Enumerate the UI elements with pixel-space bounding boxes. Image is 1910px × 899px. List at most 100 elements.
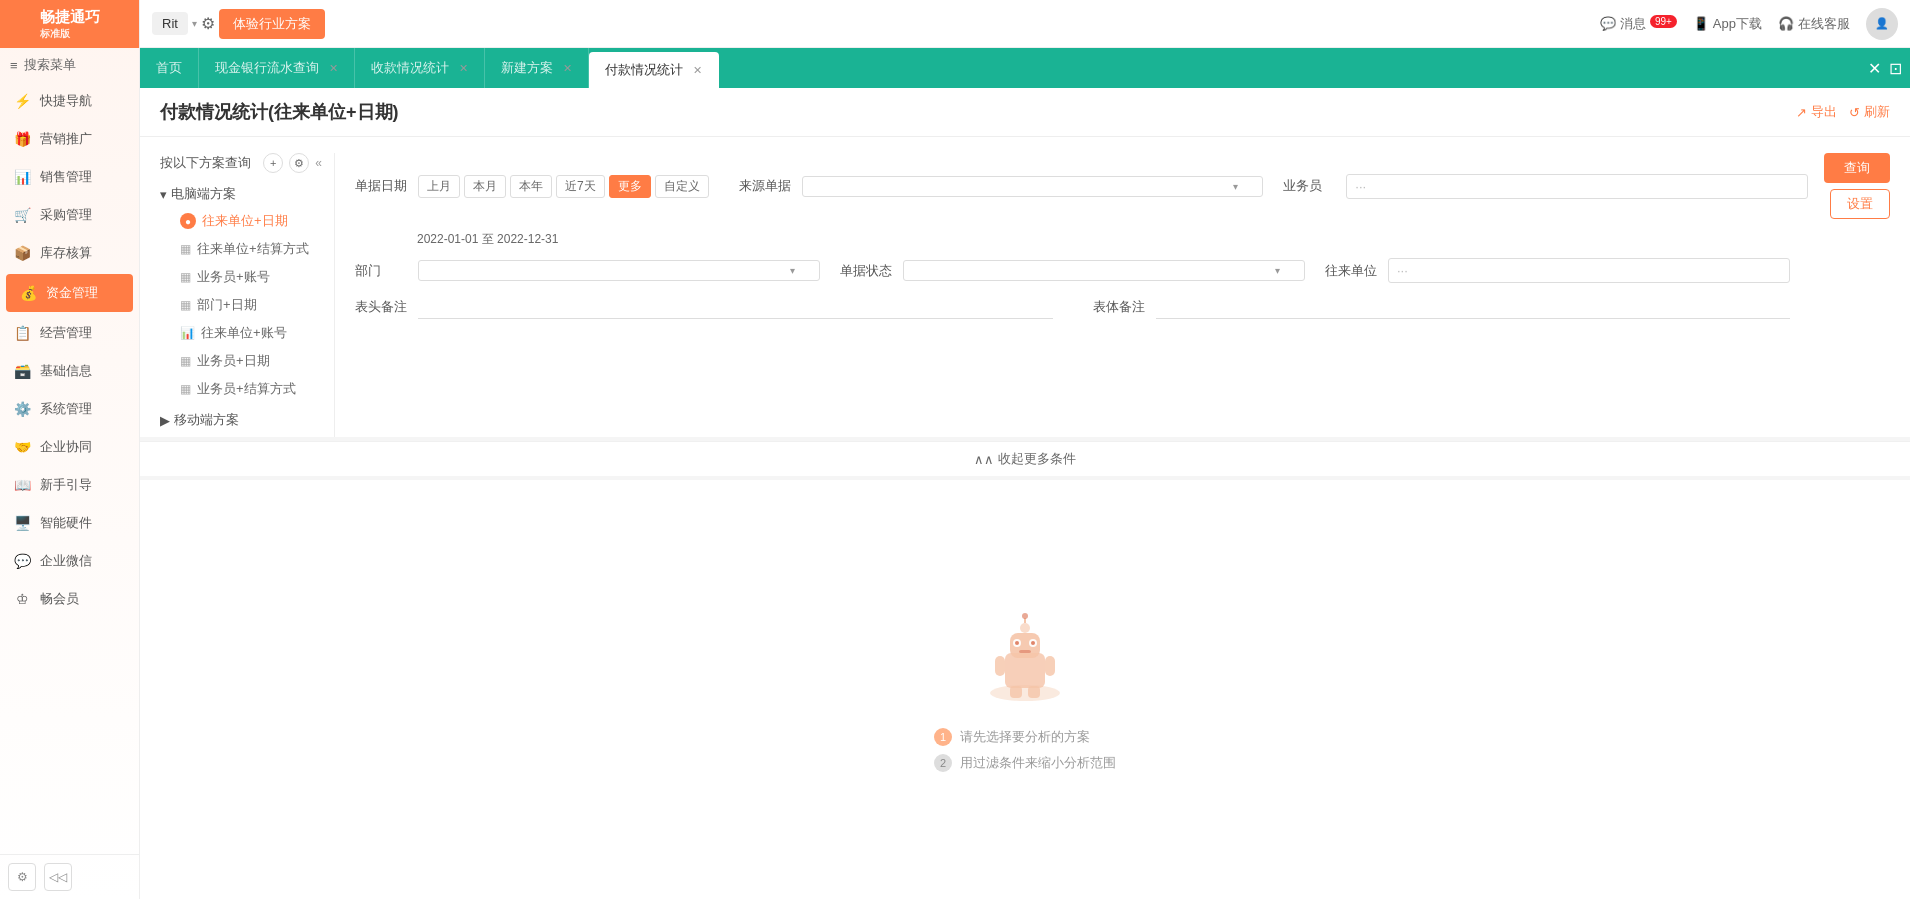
scheme-counterpart-account[interactable]: 📊 往来单位+账号 — [160, 319, 322, 347]
search-menu-item[interactable]: ≡ 搜索菜单 — [0, 48, 139, 82]
date-last-7days[interactable]: 近7天 — [556, 175, 605, 198]
tab-close-all-btn[interactable]: ✕ — [1868, 59, 1881, 78]
tab-home[interactable]: 首页 — [140, 48, 199, 88]
collapse-more-btn[interactable]: ∧∧ 收起更多条件 — [974, 450, 1076, 468]
tab-income-stats-close[interactable]: ✕ — [459, 62, 468, 75]
scheme-settings-btn[interactable]: ⚙ — [289, 153, 309, 173]
sidebar-item-operation[interactable]: 📋 经营管理 — [0, 314, 139, 352]
pc-category-header[interactable]: ▾ 电脑端方案 — [160, 181, 322, 207]
salesman-select[interactable]: ··· — [1346, 174, 1808, 199]
source-label: 来源单据 — [739, 177, 794, 195]
app-download-btn[interactable]: 📱 App下载 — [1693, 15, 1762, 33]
scheme-salesman-account[interactable]: ▦ 业务员+账号 — [160, 263, 322, 291]
tab-bank-flow-close[interactable]: ✕ — [329, 62, 338, 75]
scheme-panel-header: 按以下方案查询 + ⚙ « — [160, 153, 322, 173]
scheme-active-indicator: ● — [180, 213, 196, 229]
filter-fields: 单据日期 上月 本月 本年 近7天 更多 自定义 来源单据 — [335, 153, 1890, 437]
scheme-counterpart-settlement[interactable]: ▦ 往来单位+结算方式 — [160, 235, 322, 263]
sidebar-item-basic[interactable]: 🗃️ 基础信息 — [0, 352, 139, 390]
tab-home-label: 首页 — [156, 59, 182, 77]
scheme-label: 往来单位+账号 — [201, 324, 287, 342]
scheme-label: 部门+日期 — [197, 296, 257, 314]
tab-bank-flow[interactable]: 现金银行流水查询 ✕ — [199, 48, 355, 88]
collapse-label: 收起更多条件 — [998, 450, 1076, 468]
page-title: 付款情况统计(往来单位+日期) — [160, 100, 1796, 124]
scheme-salesman-date[interactable]: ▦ 业务员+日期 — [160, 347, 322, 375]
export-label: 导出 — [1811, 103, 1837, 121]
sidebar-item-wechat[interactable]: 💬 企业微信 — [0, 542, 139, 580]
export-btn[interactable]: ↗ 导出 — [1796, 103, 1837, 121]
date-more[interactable]: 更多 — [609, 175, 651, 198]
scheme-collapse-btn[interactable]: « — [315, 156, 322, 170]
empty-tip-2: 2 用过滤条件来缩小分析范围 — [934, 754, 1116, 772]
scheme-label: 业务员+结算方式 — [197, 380, 296, 398]
sidebar-item-guide[interactable]: 📖 新手引导 — [0, 466, 139, 504]
filter-settings-btn[interactable]: 设置 — [1830, 189, 1890, 219]
scheme-icon: ▦ — [180, 298, 191, 312]
add-scheme-btn[interactable]: + — [263, 153, 283, 173]
status-select[interactable]: ▾ — [903, 260, 1305, 281]
date-buttons: 上月 本月 本年 近7天 更多 自定义 — [418, 175, 709, 198]
operation-icon: 📋 — [12, 325, 32, 341]
scheme-salesman-settlement[interactable]: ▦ 业务员+结算方式 — [160, 375, 322, 403]
user-name[interactable]: Rit — [152, 12, 188, 35]
logo-sub: 标准版 — [40, 27, 100, 41]
date-this-month[interactable]: 本月 — [464, 175, 506, 198]
tab-maximize-btn[interactable]: ⊡ — [1889, 59, 1902, 78]
sidebar-item-finance[interactable]: 💰 资金管理 — [6, 274, 133, 312]
counterpart-select-text: ··· — [1397, 263, 1765, 278]
sidebar-label: 快捷导航 — [40, 92, 92, 110]
sidebar-settings-btn[interactable]: ⚙ — [8, 863, 36, 891]
sidebar-item-quick-nav[interactable]: ⚡ 快捷导航 — [0, 82, 139, 120]
messages-btn[interactable]: 💬 消息 99+ — [1600, 15, 1677, 33]
sidebar-item-purchase[interactable]: 🛒 采购管理 — [0, 196, 139, 234]
tab-new-plan-close[interactable]: ✕ — [563, 62, 572, 75]
sidebar-item-system[interactable]: ⚙️ 系统管理 — [0, 390, 139, 428]
dept-select[interactable]: ▾ — [418, 260, 820, 281]
messages-badge: 99+ — [1650, 15, 1677, 28]
scheme-panel-actions: + ⚙ « — [263, 153, 322, 173]
sidebar-item-hardware[interactable]: 🖥️ 智能硬件 — [0, 504, 139, 542]
svg-rect-8 — [995, 656, 1005, 676]
empty-state: 1 请先选择要分析的方案 2 用过滤条件来缩小分析范围 — [140, 480, 1910, 899]
scheme-chart-icon: 📊 — [180, 326, 195, 340]
sidebar-item-inventory[interactable]: 📦 库存核算 — [0, 234, 139, 272]
top-header: Rit ▾ ⚙ 体验行业方案 💬 消息 99+ 📱 App下载 🎧 在线客服 👤 — [140, 0, 1910, 48]
tab-income-stats[interactable]: 收款情况统计 ✕ — [355, 48, 485, 88]
date-custom[interactable]: 自定义 — [655, 175, 709, 198]
scheme-dept-date[interactable]: ▦ 部门+日期 — [160, 291, 322, 319]
svg-rect-11 — [1028, 686, 1040, 698]
header-note-input[interactable] — [418, 295, 1053, 319]
dropdown-icon[interactable]: ▾ — [192, 18, 197, 29]
svg-rect-10 — [1010, 686, 1022, 698]
sidebar-item-member[interactable]: ♔ 畅会员 — [0, 580, 139, 618]
mobile-category-header[interactable]: ▶ 移动端方案 — [160, 407, 322, 433]
tab-new-plan[interactable]: 新建方案 ✕ — [485, 48, 589, 88]
scheme-counterpart-date[interactable]: ● 往来单位+日期 — [160, 207, 322, 235]
experience-btn[interactable]: 体验行业方案 — [219, 9, 325, 39]
tab-payment-stats-close[interactable]: ✕ — [693, 64, 702, 77]
sidebar-collapse-btn[interactable]: ◁◁ — [44, 863, 72, 891]
counterpart-select[interactable]: ··· — [1388, 258, 1790, 283]
sidebar-label: 销售管理 — [40, 168, 92, 186]
settings-icon[interactable]: ⚙ — [201, 14, 215, 33]
query-btn[interactable]: 查询 — [1824, 153, 1890, 183]
svg-point-12 — [1020, 623, 1030, 633]
sidebar-label: 智能硬件 — [40, 514, 92, 532]
sidebar-item-sales[interactable]: 📊 销售管理 — [0, 158, 139, 196]
date-last-month[interactable]: 上月 — [418, 175, 460, 198]
sidebar-item-marketing[interactable]: 🎁 营销推广 — [0, 120, 139, 158]
sidebar-label: 新手引导 — [40, 476, 92, 494]
page-content: 付款情况统计(往来单位+日期) ↗ 导出 ↺ 刷新 按以下方案查询 + — [140, 88, 1910, 899]
tab-new-plan-label: 新建方案 — [501, 59, 553, 77]
date-this-year[interactable]: 本年 — [510, 175, 552, 198]
refresh-icon: ↺ — [1849, 105, 1860, 120]
export-icon: ↗ — [1796, 105, 1807, 120]
source-select[interactable]: ▾ — [802, 176, 1264, 197]
online-service-btn[interactable]: 🎧 在线客服 — [1778, 15, 1850, 33]
refresh-btn[interactable]: ↺ 刷新 — [1849, 103, 1890, 121]
tab-payment-stats[interactable]: 付款情况统计 ✕ — [589, 52, 719, 88]
sidebar-item-enterprise[interactable]: 🤝 企业协同 — [0, 428, 139, 466]
user-avatar[interactable]: 👤 — [1866, 8, 1898, 40]
body-note-input[interactable] — [1156, 295, 1791, 319]
